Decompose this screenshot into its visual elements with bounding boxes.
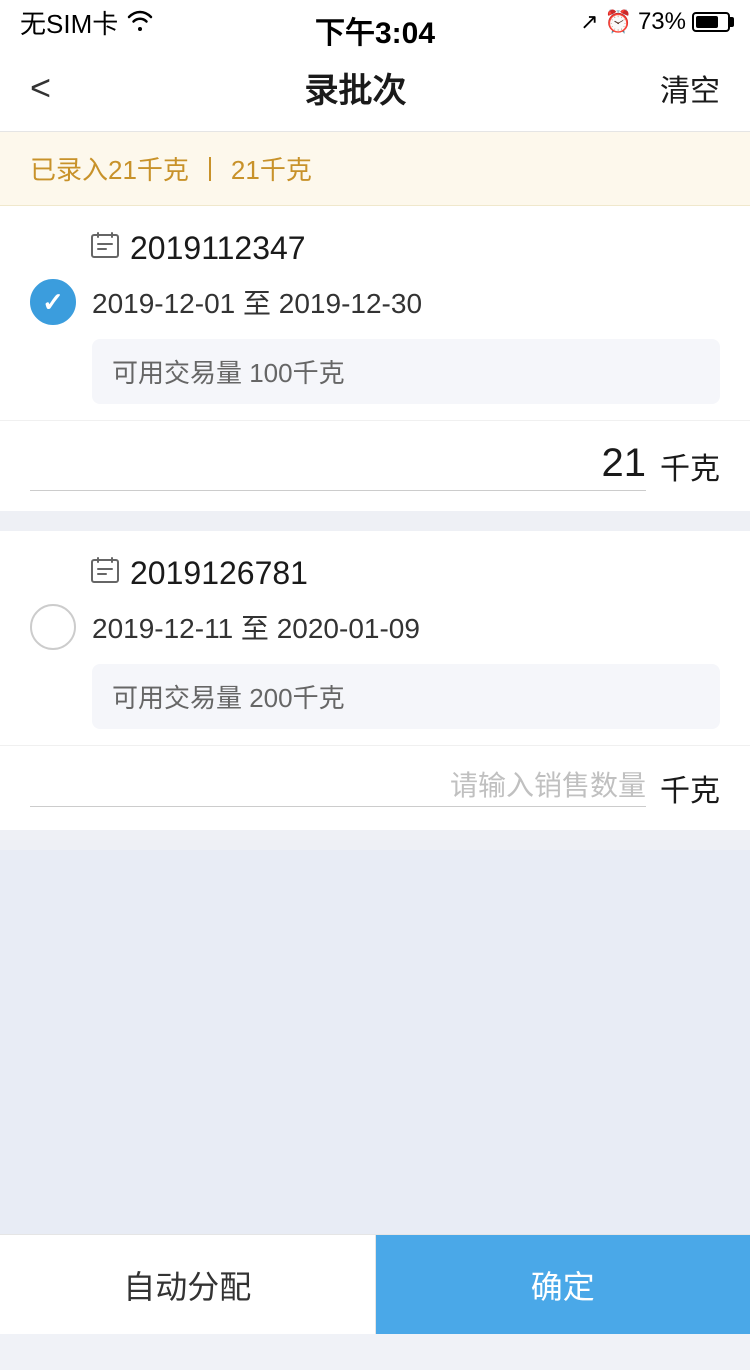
batch-2-number: 2019126781 (130, 555, 308, 592)
wifi-icon (126, 7, 154, 38)
batch-1-radio[interactable] (30, 279, 76, 325)
qty-input-1[interactable] (526, 441, 646, 486)
status-right: ↗ ⏰ 73% (580, 8, 730, 36)
page-title: 录批次 (305, 63, 407, 112)
status-left: 无SIM卡 (20, 4, 154, 41)
section-separator-1 (0, 511, 750, 531)
carrier-text: 无SIM卡 (20, 4, 118, 41)
qty-unit-2: 千克 (660, 766, 720, 810)
batch-2-icon (90, 556, 120, 592)
nav-bar: < 录批次 清空 (0, 44, 750, 132)
batch-2-available: 可用交易量 200千克 (92, 664, 720, 729)
batch-1-header: 2019112347 (90, 230, 720, 267)
location-icon: ↗ (580, 9, 598, 35)
battery-fill (696, 16, 718, 28)
alarm-icon: ⏰ (605, 9, 632, 35)
section-separator-2 (0, 830, 750, 850)
auto-distribute-label: 自动分配 (123, 1262, 251, 1308)
batch-1-number: 2019112347 (130, 230, 306, 267)
batch-2-date: 2019-12-11 至 2020-01-09 (92, 607, 420, 647)
qty-input-2[interactable] (366, 770, 646, 802)
content-scroll: 2019112347 2019-12-01 至 2019-12-30 可用交易量… (0, 206, 750, 1370)
batch-item-2: 2019126781 2019-12-11 至 2020-01-09 可用交易量… (0, 531, 750, 745)
banner-divider (209, 157, 211, 181)
batch-item-1: 2019112347 2019-12-01 至 2019-12-30 可用交易量… (0, 206, 750, 420)
recorded-value: 21千克 (231, 150, 312, 187)
qty-underline-2 (30, 770, 646, 807)
recorded-label: 已录入21千克 (30, 150, 189, 187)
batch-2-date-row: 2019-12-11 至 2020-01-09 (30, 604, 720, 650)
info-banner: 已录入21千克 21千克 (0, 132, 750, 206)
batch-1-icon (90, 231, 120, 267)
back-button[interactable]: < (30, 67, 51, 109)
battery-percent: 73% (638, 8, 686, 36)
battery-icon (692, 12, 730, 32)
status-bar: 无SIM卡 下午3:04 ↗ ⏰ 73% (0, 0, 750, 44)
batch-2-radio[interactable] (30, 604, 76, 650)
clear-button[interactable]: 清空 (660, 66, 720, 110)
bottom-bar: 自动分配 确定 (0, 1234, 750, 1334)
qty-row-1: 千克 (0, 420, 750, 511)
qty-underline-1 (30, 441, 646, 491)
qty-row-2: 千克 (0, 745, 750, 830)
status-time: 下午3:04 (315, 8, 435, 52)
empty-area (0, 850, 750, 1270)
batch-2-header: 2019126781 (90, 555, 720, 592)
confirm-label: 确定 (531, 1262, 595, 1308)
batch-1-date: 2019-12-01 至 2019-12-30 (92, 282, 422, 322)
batch-1-date-row: 2019-12-01 至 2019-12-30 (30, 279, 720, 325)
auto-distribute-button[interactable]: 自动分配 (0, 1235, 376, 1334)
batch-1-available: 可用交易量 100千克 (92, 339, 720, 404)
confirm-button[interactable]: 确定 (376, 1235, 750, 1334)
qty-unit-1: 千克 (660, 444, 720, 488)
